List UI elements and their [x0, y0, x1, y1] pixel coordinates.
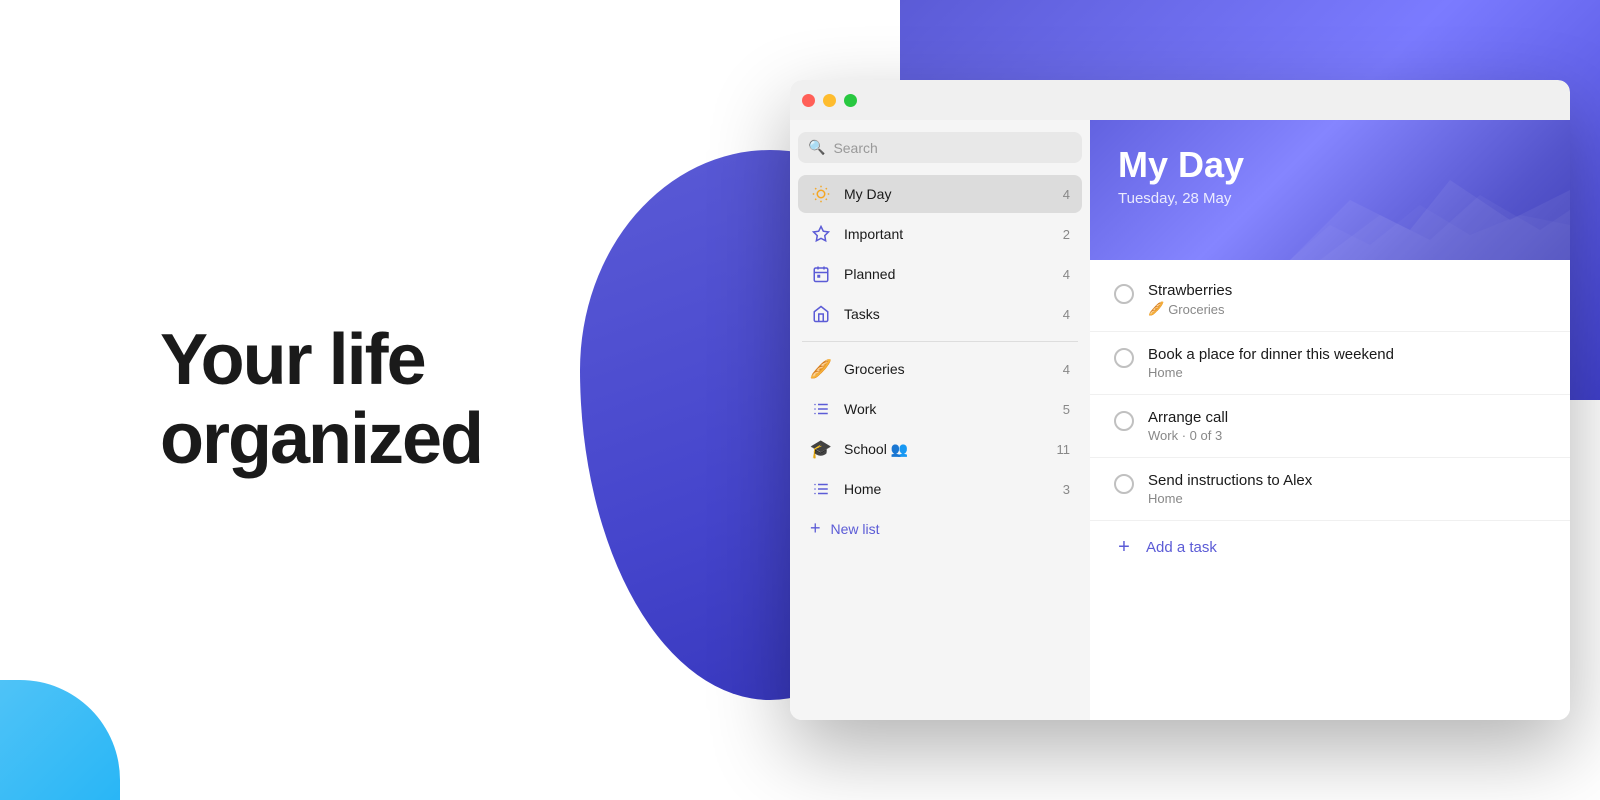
- task-meta-send-instructions: Home: [1148, 491, 1546, 506]
- task-content-strawberries: Strawberries 🥖 Groceries: [1148, 282, 1546, 317]
- sidebar-item-planned-count: 4: [1063, 267, 1070, 282]
- sidebar-item-tasks[interactable]: Tasks 4: [798, 295, 1082, 333]
- arrange-call-meta-label: Work · 0 of 3: [1148, 428, 1222, 443]
- main-header: My Day Tuesday, 28 May: [1090, 120, 1570, 260]
- hero-line2: organized: [160, 399, 482, 479]
- task-item-send-instructions: Send instructions to Alex Home: [1090, 458, 1570, 521]
- sidebar-item-home[interactable]: Home 3: [798, 470, 1082, 508]
- sidebar-divider: [802, 341, 1078, 342]
- sidebar-item-planned[interactable]: Planned 4: [798, 255, 1082, 293]
- bg-decoration-bottom-left: [0, 680, 120, 800]
- task-title-arrange-call: Arrange call: [1148, 409, 1546, 426]
- task-title-send-instructions: Send instructions to Alex: [1148, 472, 1546, 489]
- maximize-button[interactable]: [844, 94, 857, 107]
- title-bar: [790, 80, 1570, 120]
- new-list-label: New list: [831, 521, 880, 537]
- hero-section: Your life organized: [160, 321, 482, 479]
- new-list-button[interactable]: + New list: [798, 510, 1082, 547]
- send-instructions-meta-label: Home: [1148, 491, 1183, 506]
- groceries-meta-label: Groceries: [1168, 302, 1224, 317]
- sidebar-item-my-day[interactable]: My Day 4: [798, 175, 1082, 213]
- list-icon: [810, 398, 832, 420]
- sidebar-item-tasks-count: 4: [1063, 307, 1070, 322]
- sidebar-item-important[interactable]: Important 2: [798, 215, 1082, 253]
- home-icon: [810, 303, 832, 325]
- main-header-subtitle: Tuesday, 28 May: [1118, 190, 1542, 207]
- add-task-row[interactable]: + Add a task: [1090, 521, 1570, 573]
- app-window: 🔍 Search My Day 4: [790, 80, 1570, 720]
- close-button[interactable]: [802, 94, 815, 107]
- sidebar-item-my-day-count: 4: [1063, 187, 1070, 202]
- sidebar-item-work-count: 5: [1063, 402, 1070, 417]
- minimize-button[interactable]: [823, 94, 836, 107]
- calendar-icon: [810, 263, 832, 285]
- task-meta-arrange-call: Work · 0 of 3: [1148, 428, 1546, 443]
- task-content-arrange-call: Arrange call Work · 0 of 3: [1148, 409, 1546, 443]
- home-list-icon: [810, 478, 832, 500]
- main-header-title: My Day: [1118, 144, 1542, 186]
- search-placeholder: Search: [833, 140, 877, 156]
- task-title-dinner: Book a place for dinner this weekend: [1148, 346, 1546, 363]
- task-content-dinner: Book a place for dinner this weekend Hom…: [1148, 346, 1546, 380]
- add-task-plus-icon: +: [1114, 537, 1134, 557]
- sidebar: 🔍 Search My Day 4: [790, 120, 1090, 720]
- main-content: My Day Tuesday, 28 May Strawberries 🥖 Gr…: [1090, 120, 1570, 720]
- sidebar-item-work[interactable]: Work 5: [798, 390, 1082, 428]
- add-task-label: Add a task: [1146, 539, 1217, 556]
- task-checkbox-send-instructions[interactable]: [1114, 474, 1134, 494]
- sidebar-item-tasks-label: Tasks: [844, 306, 1051, 322]
- hero-line1: Your life: [160, 320, 425, 400]
- bread-icon: 🥖: [810, 358, 832, 380]
- task-title-strawberries: Strawberries: [1148, 282, 1546, 299]
- sidebar-item-school-label: School 👥: [844, 441, 1045, 458]
- groceries-meta-icon: 🥖: [1148, 301, 1164, 317]
- sun-icon: [810, 183, 832, 205]
- star-icon: [810, 223, 832, 245]
- sidebar-item-home-label: Home: [844, 481, 1051, 497]
- task-content-send-instructions: Send instructions to Alex Home: [1148, 472, 1546, 506]
- graduation-icon: 🎓: [810, 438, 832, 460]
- sidebar-item-important-label: Important: [844, 226, 1051, 242]
- task-item-strawberries: Strawberries 🥖 Groceries: [1090, 268, 1570, 332]
- task-meta-dinner: Home: [1148, 365, 1546, 380]
- task-checkbox-strawberries[interactable]: [1114, 284, 1134, 304]
- dinner-meta-label: Home: [1148, 365, 1183, 380]
- sidebar-item-groceries-count: 4: [1063, 362, 1070, 377]
- task-checkbox-arrange-call[interactable]: [1114, 411, 1134, 431]
- task-meta-strawberries: 🥖 Groceries: [1148, 301, 1546, 317]
- sidebar-item-groceries[interactable]: 🥖 Groceries 4: [798, 350, 1082, 388]
- sidebar-item-home-count: 3: [1063, 482, 1070, 497]
- search-bar[interactable]: 🔍 Search: [798, 132, 1082, 163]
- hero-title: Your life organized: [160, 321, 482, 479]
- sidebar-item-work-label: Work: [844, 401, 1051, 417]
- plus-icon: +: [810, 518, 821, 539]
- task-checkbox-dinner[interactable]: [1114, 348, 1134, 368]
- sidebar-item-school-count: 11: [1057, 442, 1071, 457]
- sidebar-item-groceries-label: Groceries: [844, 361, 1051, 377]
- sidebar-item-my-day-label: My Day: [844, 186, 1051, 202]
- search-icon: 🔍: [808, 139, 825, 156]
- sidebar-item-planned-label: Planned: [844, 266, 1051, 282]
- sidebar-item-important-count: 2: [1063, 227, 1070, 242]
- task-item-dinner: Book a place for dinner this weekend Hom…: [1090, 332, 1570, 395]
- task-list: Strawberries 🥖 Groceries Book a place fo…: [1090, 260, 1570, 720]
- sidebar-item-school[interactable]: 🎓 School 👥 11: [798, 430, 1082, 468]
- task-item-arrange-call: Arrange call Work · 0 of 3: [1090, 395, 1570, 458]
